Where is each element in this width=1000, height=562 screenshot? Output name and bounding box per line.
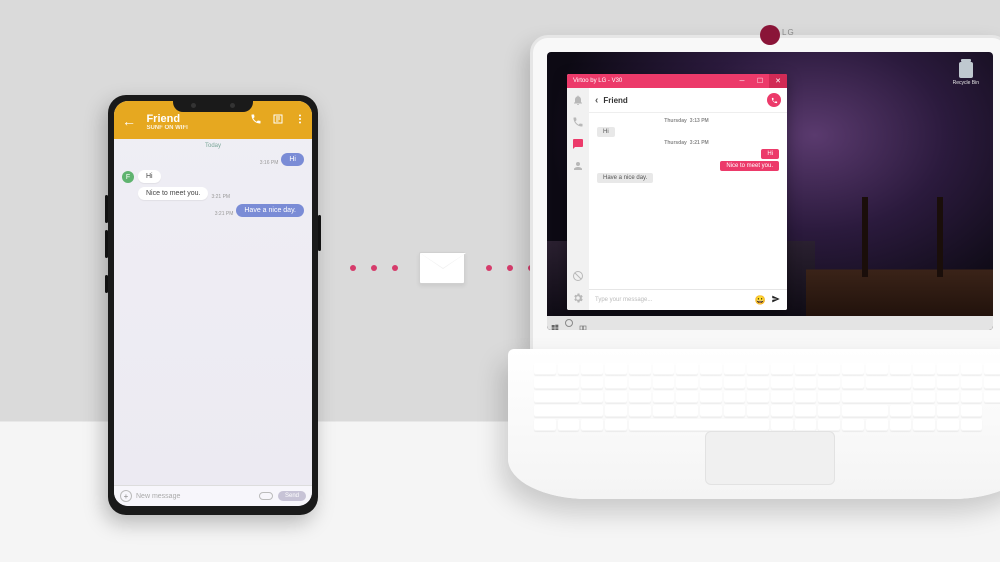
message-bubble[interactable]: Hi — [281, 153, 304, 166]
more-icon[interactable] — [294, 113, 306, 125]
recycle-bin-label: Recycle Bin — [953, 80, 979, 86]
message-time: 3:21 PM — [215, 211, 234, 217]
message-bubble[interactable]: Have a nice day. — [236, 204, 304, 217]
message-outgoing: 3:21 PM Have a nice day. — [114, 202, 312, 219]
day-separator: Thursday3:13 PM — [589, 116, 787, 126]
close-button[interactable]: ✕ — [769, 74, 787, 88]
lg-logo-icon — [760, 25, 780, 45]
contact-status: SUNF ON WIFI — [146, 125, 187, 131]
contacts-icon[interactable] — [572, 160, 584, 172]
search-icon[interactable] — [565, 319, 573, 327]
emoji-icon[interactable] — [259, 492, 273, 500]
wallpaper-pier — [806, 197, 993, 330]
phone-notch — [173, 99, 253, 112]
message-time: 3:16 PM — [260, 160, 279, 166]
messages-icon[interactable] — [572, 138, 584, 150]
maximize-button[interactable]: ☐ — [751, 74, 769, 88]
send-button[interactable]: Send — [278, 491, 306, 501]
laptop-lid: Recycle Bin Virtoo by LG - V30 ─ ☐ ✕ — [530, 35, 1000, 355]
call-button[interactable] — [767, 93, 781, 107]
contact-name: Friend — [603, 96, 767, 105]
message-incoming: Nice to meet you. 3:21 PM — [114, 185, 312, 202]
message-incoming: Have a nice day. — [589, 172, 787, 184]
message-input[interactable]: Type your message... — [595, 297, 750, 303]
message-bubble[interactable]: Nice to meet you. — [138, 187, 208, 200]
laptop-base — [508, 349, 1000, 499]
keyboard-row[interactable] — [534, 377, 1000, 389]
app-main: ‹ Friend Thursday3:13 PM Hi Thursday3:21… — [589, 88, 787, 310]
note-icon[interactable] — [272, 113, 284, 125]
keyboard-row[interactable] — [534, 419, 1000, 431]
call-icon[interactable] — [250, 113, 262, 125]
message-incoming: Hi — [589, 126, 787, 138]
keyboard-row[interactable] — [534, 391, 1000, 403]
message-time: 3:21 PM — [211, 194, 230, 200]
laptop-screen: Recycle Bin Virtoo by LG - V30 ─ ☐ ✕ — [547, 52, 993, 330]
windows-taskbar[interactable] — [547, 316, 993, 330]
messaging-app-window: Virtoo by LG - V30 ─ ☐ ✕ — [567, 74, 787, 310]
calls-icon[interactable] — [572, 116, 584, 128]
brand-label: LG — [782, 28, 795, 37]
phone-screen: ← Friend SUNF ON WIFI Today 3:16 PM Hi F… — [114, 101, 312, 506]
message-input[interactable]: New message — [136, 493, 180, 500]
message-bubble[interactable]: Have a nice day. — [597, 173, 653, 183]
dot-icon — [350, 265, 356, 271]
back-arrow-icon[interactable]: ‹ — [595, 95, 598, 106]
transfer-animation — [350, 252, 534, 284]
app-input-bar: Type your message... 😀 — [589, 289, 787, 310]
keyboard-row[interactable] — [534, 405, 1000, 417]
start-button-icon[interactable] — [551, 319, 559, 327]
chat-header: ‹ Friend — [589, 88, 787, 113]
recycle-bin-icon — [959, 62, 973, 78]
envelope-icon — [419, 252, 465, 284]
send-button[interactable] — [771, 294, 781, 306]
dot-icon — [371, 265, 377, 271]
message-bubble[interactable]: Hi — [597, 127, 615, 137]
emoji-button[interactable]: 😀 — [755, 295, 766, 306]
avatar[interactable]: F — [122, 171, 134, 183]
contact-name: Friend — [146, 113, 180, 125]
window-title: Virtoo by LG - V30 — [573, 78, 733, 84]
dot-icon — [486, 265, 492, 271]
task-view-icon[interactable] — [579, 319, 587, 327]
keyboard-row[interactable] — [534, 363, 1000, 375]
chat-scroll[interactable]: Thursday3:13 PM Hi Thursday3:21 PM Hi Ni… — [589, 113, 787, 289]
minimize-button[interactable]: ─ — [733, 74, 751, 88]
back-arrow-icon[interactable]: ← — [122, 113, 136, 129]
settings-icon[interactable] — [572, 292, 584, 304]
block-icon[interactable] — [572, 270, 584, 282]
power-button[interactable] — [318, 215, 321, 251]
message-outgoing: Nice to meet you. — [589, 160, 787, 172]
day-separator: Thursday3:21 PM — [589, 138, 787, 148]
volume-down-button[interactable] — [105, 230, 108, 258]
phone-input-bar: + New message Send — [114, 485, 312, 506]
attach-icon[interactable]: + — [120, 490, 132, 502]
dot-icon — [507, 265, 513, 271]
window-titlebar[interactable]: Virtoo by LG - V30 ─ ☐ ✕ — [567, 74, 787, 88]
day-separator: Today — [114, 139, 312, 151]
smartphone-device: ← Friend SUNF ON WIFI Today 3:16 PM Hi F… — [108, 95, 318, 515]
app-body: ‹ Friend Thursday3:13 PM Hi Thursday3:21… — [567, 88, 787, 310]
dot-icon — [392, 265, 398, 271]
message-bubble[interactable]: Hi — [761, 149, 779, 159]
message-bubble[interactable]: Hi — [138, 170, 161, 183]
message-outgoing: 3:16 PM Hi — [114, 151, 312, 168]
notifications-icon[interactable] — [572, 94, 584, 106]
message-bubble[interactable]: Nice to meet you. — [720, 161, 779, 171]
assistant-button[interactable] — [105, 275, 108, 293]
message-incoming: F Hi — [114, 168, 312, 185]
trackpad[interactable] — [705, 431, 835, 485]
recycle-bin[interactable]: Recycle Bin — [953, 62, 979, 86]
laptop-device: Recycle Bin Virtoo by LG - V30 ─ ☐ ✕ — [530, 35, 1000, 499]
volume-up-button[interactable] — [105, 195, 108, 223]
app-sidebar — [567, 88, 589, 310]
message-outgoing: Hi — [589, 148, 787, 160]
